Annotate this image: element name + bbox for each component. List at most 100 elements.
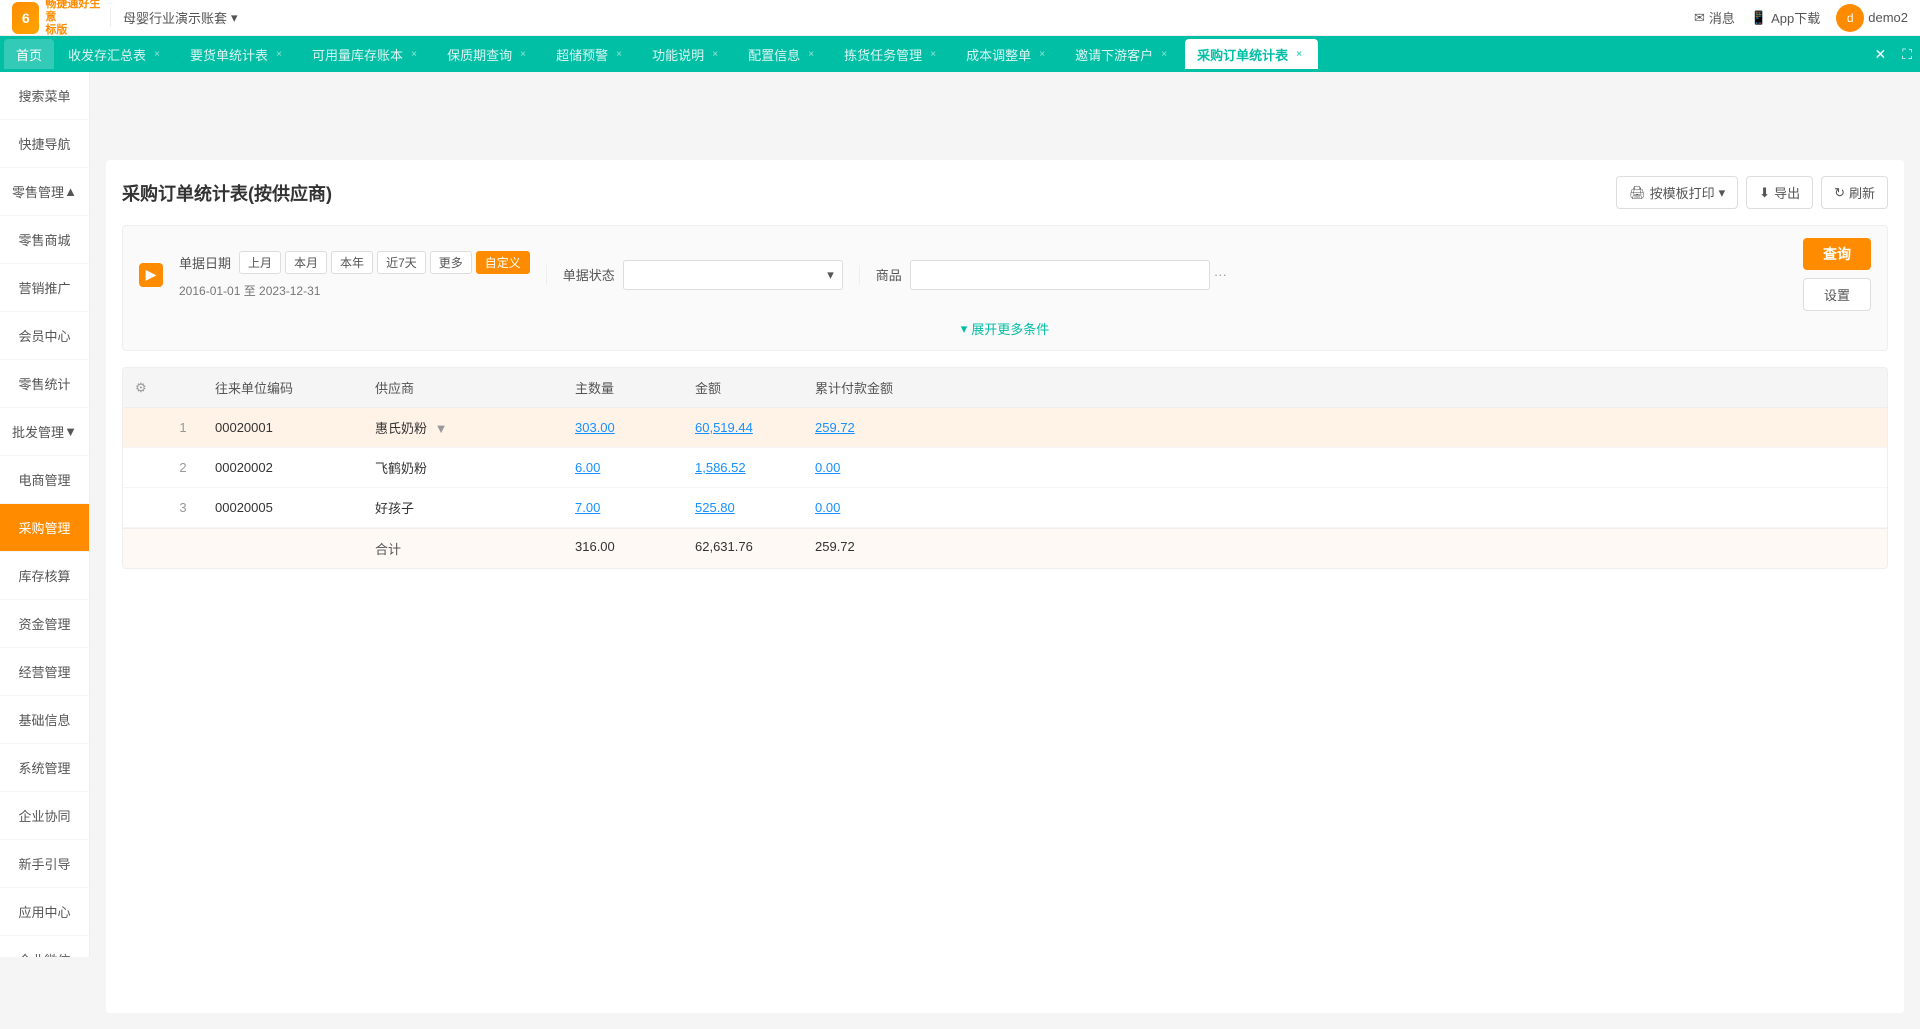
chevron-down-icon: ▼ <box>64 424 77 439</box>
table-row[interactable]: 3 00020005 好孩子 7.00 525.80 0.00 <box>123 488 1887 528</box>
sidebar-item-retail-mgmt[interactable]: 零售管理 ▲ <box>0 168 89 216</box>
tab-purchase-order-summary[interactable]: 采购订单统计表 × <box>1185 39 1318 69</box>
cell-row-num: 1 <box>163 408 203 448</box>
messages-button[interactable]: ✉ 消息 <box>1694 8 1735 27</box>
cell-amount[interactable]: 1,586.52 <box>683 448 803 488</box>
sidebar-item-quick-nav[interactable]: 快捷导航 <box>0 120 89 168</box>
sidebar-item-enterprise-coop[interactable]: 企业协同 <box>0 792 89 840</box>
tab-function-desc[interactable]: 功能说明 × <box>640 39 734 69</box>
date-btn-7days[interactable]: 近7天 <box>377 251 426 274</box>
sidebar-item-basic-info[interactable]: 基础信息 <box>0 696 89 744</box>
sidebar-item-retail-stats[interactable]: 零售统计 <box>0 360 89 408</box>
filter-toggle-button[interactable]: ▶ <box>139 263 163 287</box>
maximize-button[interactable]: ⛶ <box>1898 42 1916 67</box>
date-label: 单据日期 <box>179 253 231 272</box>
sidebar-item-retail-shop[interactable]: 零售商城 <box>0 216 89 264</box>
close-tab-invite-downstream[interactable]: × <box>1157 47 1171 61</box>
printer-icon: 🖨 <box>1629 185 1646 201</box>
settings-button[interactable]: 设置 <box>1803 278 1871 311</box>
close-all-tabs-button[interactable]: ✕ <box>1870 42 1890 67</box>
close-tab-purchase-order-summary[interactable]: × <box>1292 47 1306 61</box>
top-bar-right: ✉ 消息 📱 App下载 d demo2 <box>1694 4 1908 32</box>
sidebar-item-ecommerce-mgmt[interactable]: 电商管理 <box>0 456 89 504</box>
footer-total-qty: 316.00 <box>575 539 695 558</box>
sidebar-item-member-center[interactable]: 会员中心 <box>0 312 89 360</box>
goods-input[interactable] <box>910 260 1210 290</box>
cell-qty[interactable]: 303.00 <box>563 408 683 448</box>
close-tab-config-info[interactable]: × <box>804 47 818 61</box>
date-btn-more[interactable]: 更多 <box>430 251 472 274</box>
cell-amount[interactable]: 60,519.44 <box>683 408 803 448</box>
sidebar-item-finance-mgmt[interactable]: 资金管理 <box>0 600 89 648</box>
cell-qty[interactable]: 6.00 <box>563 448 683 488</box>
close-tab-pick-task-mgmt[interactable]: × <box>926 47 940 61</box>
nav-tabs: 首页 收发存汇总表 × 要货单统计表 × 可用量库存账本 × 保质期查询 × 超… <box>0 36 1920 72</box>
print-chevron-icon: ▾ <box>1719 185 1726 201</box>
tab-expiry-query[interactable]: 保质期查询 × <box>435 39 542 69</box>
cell-paid-amount[interactable]: 259.72 <box>803 408 963 448</box>
close-tab-receive-summary[interactable]: × <box>150 47 164 61</box>
sidebar-item-app-center[interactable]: 应用中心 <box>0 888 89 936</box>
export-button[interactable]: ⬇ 导出 <box>1746 176 1813 209</box>
nav-tabs-controls: ✕ ⛶ <box>1870 42 1916 67</box>
cell-qty[interactable]: 7.00 <box>563 488 683 528</box>
cell-expand <box>123 408 163 448</box>
close-tab-function-desc[interactable]: × <box>708 47 722 61</box>
tab-pick-task-mgmt[interactable]: 拣货任务管理 × <box>832 39 952 69</box>
workspace-selector[interactable]: 母婴行业演示账套 ▾ <box>110 8 250 27</box>
close-tab-expiry-query[interactable]: × <box>516 47 530 61</box>
cell-paid-amount[interactable]: 0.00 <box>803 448 963 488</box>
th-qty: 主数量 <box>563 368 683 408</box>
sidebar-item-wholesale-mgmt[interactable]: 批发管理 ▼ <box>0 408 89 456</box>
refresh-button[interactable]: ↻ 刷新 <box>1821 176 1888 209</box>
th-supplier-name: 供应商 <box>363 368 563 408</box>
expand-icon[interactable]: ▼ <box>435 421 448 436</box>
query-button[interactable]: 查询 <box>1803 238 1871 270</box>
tab-invite-downstream[interactable]: 邀请下游客户 × <box>1063 39 1183 69</box>
table-row[interactable]: 1 00020001 惠氏奶粉 ▼ 303.00 60,519.44 259.7… <box>123 408 1887 448</box>
more-options-icon[interactable]: ··· <box>1214 267 1227 282</box>
cell-expand <box>123 488 163 528</box>
refresh-icon: ↻ <box>1834 185 1845 201</box>
date-btn-last-month[interactable]: 上月 <box>239 251 281 274</box>
print-button[interactable]: 🖨 按模板打印 ▾ <box>1616 176 1738 209</box>
sidebar-item-enterprise-wechat[interactable]: 企业微信 <box>0 936 89 957</box>
table-row[interactable]: 2 00020002 飞鹤奶粉 6.00 1,586.52 0.00 <box>123 448 1887 488</box>
close-tab-overstock-warning[interactable]: × <box>612 47 626 61</box>
user-profile[interactable]: d demo2 <box>1836 4 1908 32</box>
sidebar-item-system-mgmt[interactable]: 系统管理 <box>0 744 89 792</box>
sidebar-item-purchase-mgmt[interactable]: 采购管理 <box>0 504 89 552</box>
cell-supplier-code: 00020002 <box>203 448 363 488</box>
app-download-button[interactable]: 📱 App下载 <box>1751 8 1820 27</box>
cell-paid-amount[interactable]: 0.00 <box>803 488 963 528</box>
status-select[interactable]: ▾ <box>623 260 843 290</box>
sidebar-item-inventory-check[interactable]: 库存核算 <box>0 552 89 600</box>
close-tab-order-summary[interactable]: × <box>272 47 286 61</box>
tab-home[interactable]: 首页 <box>4 39 54 69</box>
sidebar-item-search[interactable]: 搜索菜单 <box>0 72 89 120</box>
table-header-row: ⚙ 往来单位编码 供应商 主数量 金额 累计付款金额 <box>123 368 1887 408</box>
cell-amount[interactable]: 525.80 <box>683 488 803 528</box>
column-settings-icon[interactable]: ⚙ <box>135 380 147 395</box>
date-btn-custom[interactable]: 自定义 <box>476 251 530 274</box>
filter-bar: ▶ 单据日期 上月 本月 本年 近7天 更多 自定义 <box>122 225 1888 351</box>
tab-overstock-warning[interactable]: 超储预警 × <box>544 39 638 69</box>
avatar: d <box>1836 4 1864 32</box>
cell-supplier-name: 飞鹤奶粉 <box>363 448 563 488</box>
close-tab-cost-adjust[interactable]: × <box>1035 47 1049 61</box>
expand-more-conditions[interactable]: ▾ 展开更多条件 <box>139 319 1871 338</box>
tab-order-summary[interactable]: 要货单统计表 × <box>178 39 298 69</box>
footer-total-paid: 259.72 <box>815 539 975 558</box>
close-tab-available-inventory[interactable]: × <box>407 47 421 61</box>
sidebar-item-operation-mgmt[interactable]: 经营管理 <box>0 648 89 696</box>
date-btn-this-year[interactable]: 本年 <box>331 251 373 274</box>
logo-text: 畅捷通好生意 标版 <box>45 0 102 37</box>
tab-receive-summary[interactable]: 收发存汇总表 × <box>56 39 176 69</box>
sidebar-item-marketing[interactable]: 营销推广 <box>0 264 89 312</box>
tab-available-inventory[interactable]: 可用量库存账本 × <box>300 39 433 69</box>
workspace-name: 母婴行业演示账套 <box>123 8 227 27</box>
sidebar-item-new-guide[interactable]: 新手引导 <box>0 840 89 888</box>
date-btn-this-month[interactable]: 本月 <box>285 251 327 274</box>
tab-cost-adjust[interactable]: 成本调整单 × <box>954 39 1061 69</box>
tab-config-info[interactable]: 配置信息 × <box>736 39 830 69</box>
